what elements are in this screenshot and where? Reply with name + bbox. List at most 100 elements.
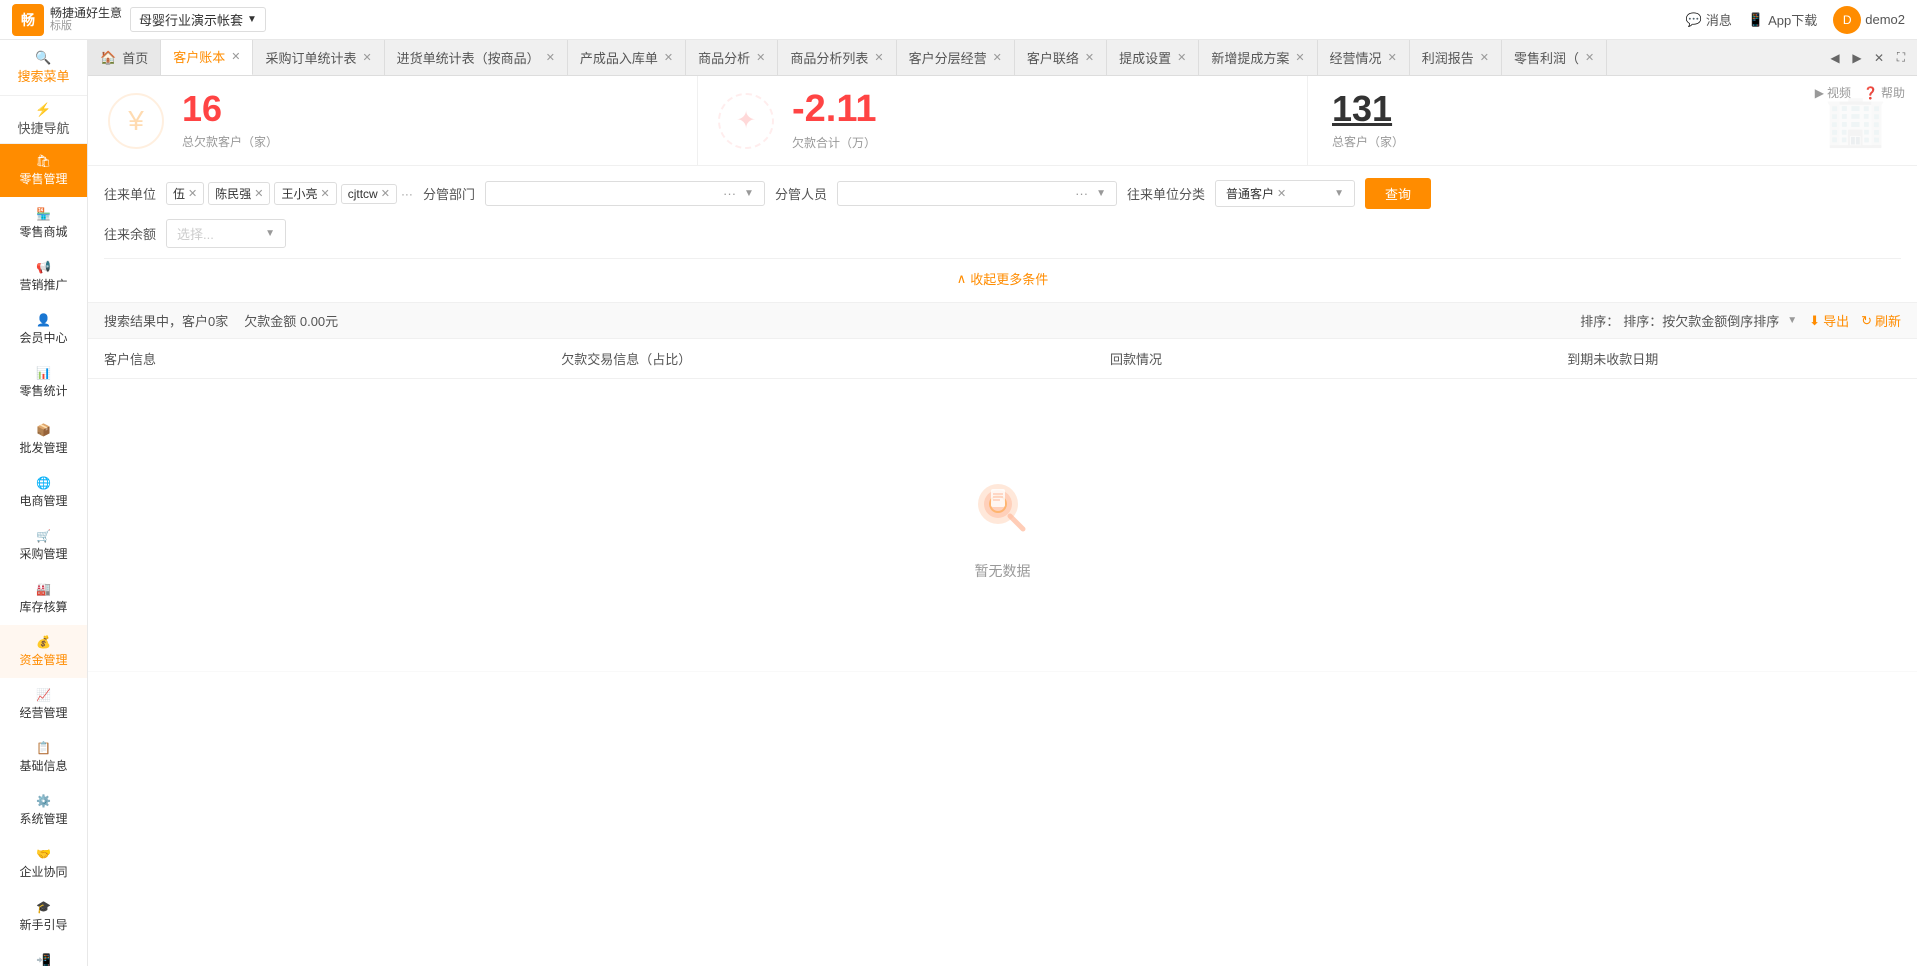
tab-close-goods-list[interactable]: ✕	[874, 51, 883, 64]
help-button[interactable]: ❓ 帮助	[1863, 84, 1905, 101]
store-selector[interactable]: 母婴行业演示帐套 ▼	[130, 7, 266, 32]
top-header: 畅 畅捷通好生意 标版 母婴行业演示帐套 ▼ 💬 消息 📱 App下载 D de…	[0, 0, 1917, 40]
stat-debt-label: 欠款合计（万）	[792, 134, 877, 151]
tab-customer-book[interactable]: 客户账本 ✕	[161, 40, 253, 76]
collapse-icon: ∧	[957, 271, 967, 287]
sidebar-item-wholesale[interactable]: 📦 批发管理	[0, 413, 87, 466]
marketing-icon: 📢	[36, 260, 51, 274]
unit-tag-1[interactable]: 陈民强 ✕	[208, 182, 270, 205]
person-label: 分管人员	[775, 184, 827, 203]
tab-profit[interactable]: 利润报告 ✕	[1410, 40, 1502, 76]
tab-close-retail-profit[interactable]: ✕	[1585, 51, 1594, 64]
unit-tag-0[interactable]: 伍 ✕	[166, 182, 204, 205]
tab-prev-button[interactable]: ◀	[1825, 48, 1845, 68]
remain-select[interactable]: 选择... ▼	[166, 219, 286, 248]
dept-select[interactable]: ··· ▼	[485, 181, 765, 206]
filter-row-1: 往来单位 伍 ✕ 陈民强 ✕ 王小亮 ✕	[104, 178, 1901, 209]
tab-close-ops[interactable]: ✕	[1388, 51, 1397, 64]
unit-type-tag-close[interactable]: ✕	[1277, 187, 1286, 200]
user-avatar-area[interactable]: D demo2	[1833, 6, 1905, 34]
tab-goods-analysis[interactable]: 商品分析 ✕	[686, 40, 778, 76]
sidebar-item-app-center[interactable]: 📲 应用中心	[0, 943, 87, 966]
unit-tag-2[interactable]: 王小亮 ✕	[274, 182, 336, 205]
tab-product-stock[interactable]: 产成品入库单 ✕	[568, 40, 686, 76]
sidebar-item-purchase[interactable]: 🛒 采购管理	[0, 519, 87, 572]
tab-close-tier[interactable]: ✕	[993, 51, 1002, 64]
sidebar-item-marketing[interactable]: 📢 营销推广	[0, 250, 87, 303]
retail-mall-icon: 🏪	[36, 207, 51, 221]
message-button[interactable]: 💬 消息	[1686, 10, 1732, 29]
tab-close-goods[interactable]: ✕	[756, 51, 765, 64]
tag-close-0[interactable]: ✕	[188, 187, 197, 200]
collapse-button[interactable]: ∧ 收起更多条件	[104, 263, 1901, 294]
sidebar-item-retail-manage[interactable]: 🛍 零售管理	[0, 144, 87, 197]
tab-close-purchase[interactable]: ✕	[362, 51, 371, 64]
sidebar-item-ecom[interactable]: 🌐 电商管理	[0, 466, 87, 519]
tab-close-customer-book[interactable]: ✕	[231, 50, 240, 63]
unit-type-label: 往来单位分类	[1127, 184, 1205, 203]
th-due-date: 到期未收款日期	[1551, 339, 1917, 379]
sidebar-item-fund[interactable]: 💰 资金管理	[0, 625, 87, 678]
remain-chevron-icon: ▼	[265, 228, 275, 239]
tab-next-button[interactable]: ▶	[1847, 48, 1867, 68]
sidebar-quicknav[interactable]: ⚡ 快捷导航	[0, 96, 87, 144]
header-right: 💬 消息 📱 App下载 D demo2	[1686, 6, 1905, 34]
dept-dots[interactable]: ···	[723, 186, 736, 201]
retail-stats-icon: 📊	[36, 366, 51, 380]
sidebar-item-retail-stats[interactable]: 📊 零售统计	[0, 356, 87, 409]
unit-tag-3[interactable]: cjttcw ✕	[341, 184, 397, 204]
tab-close-all-button[interactable]: ✕	[1869, 48, 1889, 68]
sidebar-item-inventory[interactable]: 🏭 库存核算	[0, 572, 87, 625]
tab-close-profit[interactable]: ✕	[1480, 51, 1489, 64]
header-left: 畅 畅捷通好生意 标版 母婴行业演示帐套 ▼	[12, 4, 266, 36]
query-button[interactable]: 查询	[1365, 178, 1431, 209]
tab-customer-contact[interactable]: 客户联络 ✕	[1015, 40, 1107, 76]
export-button[interactable]: ⬇ 导出	[1809, 311, 1849, 330]
th-repay-info: 回款情况	[1094, 339, 1551, 379]
tab-close-new-raise[interactable]: ✕	[1295, 51, 1304, 64]
tab-close-stock[interactable]: ✕	[546, 51, 555, 64]
tab-purchase-order[interactable]: 采购订单统计表 ✕	[253, 40, 384, 76]
sidebar-item-sys[interactable]: ⚙️ 系统管理	[0, 784, 87, 837]
enterprise-icon: 🤝	[36, 847, 51, 861]
ecom-icon: 🌐	[36, 476, 51, 490]
remain-placeholder: 选择...	[177, 224, 214, 243]
unit-type-select[interactable]: 普通客户 ✕ ▼	[1215, 180, 1355, 207]
sidebar-item-member-center[interactable]: 👤 会员中心	[0, 303, 87, 356]
unit-type-tag[interactable]: 普通客户 ✕	[1226, 185, 1286, 202]
person-select[interactable]: ··· ▼	[837, 181, 1117, 206]
tag-close-3[interactable]: ✕	[381, 187, 390, 200]
tab-goods-analysis-list[interactable]: 商品分析列表 ✕	[778, 40, 896, 76]
tab-retail-profit[interactable]: 零售利润（ ✕	[1502, 40, 1607, 76]
empty-state-illustration	[963, 469, 1043, 549]
tab-customer-tier[interactable]: 客户分层经营 ✕	[897, 40, 1015, 76]
sidebar: 🔍 搜索菜单 ⚡ 快捷导航 🛍 零售管理 🏪 零售商城 📢 营销推广 👤 会员中…	[0, 40, 88, 966]
tab-stock-stats[interactable]: 进货单统计表（按商品） ✕	[385, 40, 568, 76]
sidebar-item-ops[interactable]: 📈 经营管理	[0, 678, 87, 731]
video-button[interactable]: ▶ 视频	[1815, 84, 1851, 101]
person-dots[interactable]: ···	[1075, 186, 1088, 201]
tab-home[interactable]: 🏠 首页	[88, 40, 161, 76]
sidebar-item-new-guide[interactable]: 🎓 新手引导	[0, 890, 87, 943]
sidebar-item-basic-info[interactable]: 📋 基础信息	[0, 731, 87, 784]
sidebar-item-retail-mall[interactable]: 🏪 零售商城	[0, 197, 87, 250]
refresh-button[interactable]: ↻ 刷新	[1861, 311, 1901, 330]
tab-maximize-button[interactable]: ⛶	[1891, 48, 1911, 68]
result-actions: 排序： 排序：按欠款金额倒序排序 ▼ ⬇ 导出 ↻ 刷新	[1580, 311, 1901, 330]
tab-close-raise[interactable]: ✕	[1177, 51, 1186, 64]
tab-raise-setting[interactable]: 提成设置 ✕	[1107, 40, 1199, 76]
tab-operations[interactable]: 经营情况 ✕	[1318, 40, 1410, 76]
sidebar-item-enterprise-coop[interactable]: 🤝 企业协同	[0, 837, 87, 890]
data-table: 客户信息 欠款交易信息（占比） 回款情况 到期未收款日期	[88, 339, 1917, 672]
more-tags-btn[interactable]: ···	[401, 187, 413, 201]
sidebar-search[interactable]: 🔍 搜索菜单	[0, 40, 87, 96]
sort-select[interactable]: 排序： 排序：按欠款金额倒序排序 ▼	[1580, 311, 1797, 330]
tab-new-raise[interactable]: 新增提成方案 ✕	[1199, 40, 1317, 76]
app-download-button[interactable]: 📱 App下载	[1748, 10, 1817, 29]
tab-close-contact[interactable]: ✕	[1085, 51, 1094, 64]
stat-debt-number: -2.11	[792, 90, 877, 128]
tab-close-product[interactable]: ✕	[664, 51, 673, 64]
tag-close-2[interactable]: ✕	[321, 187, 330, 200]
dept-chevron-icon: ▼	[744, 188, 754, 199]
tag-close-1[interactable]: ✕	[254, 187, 263, 200]
